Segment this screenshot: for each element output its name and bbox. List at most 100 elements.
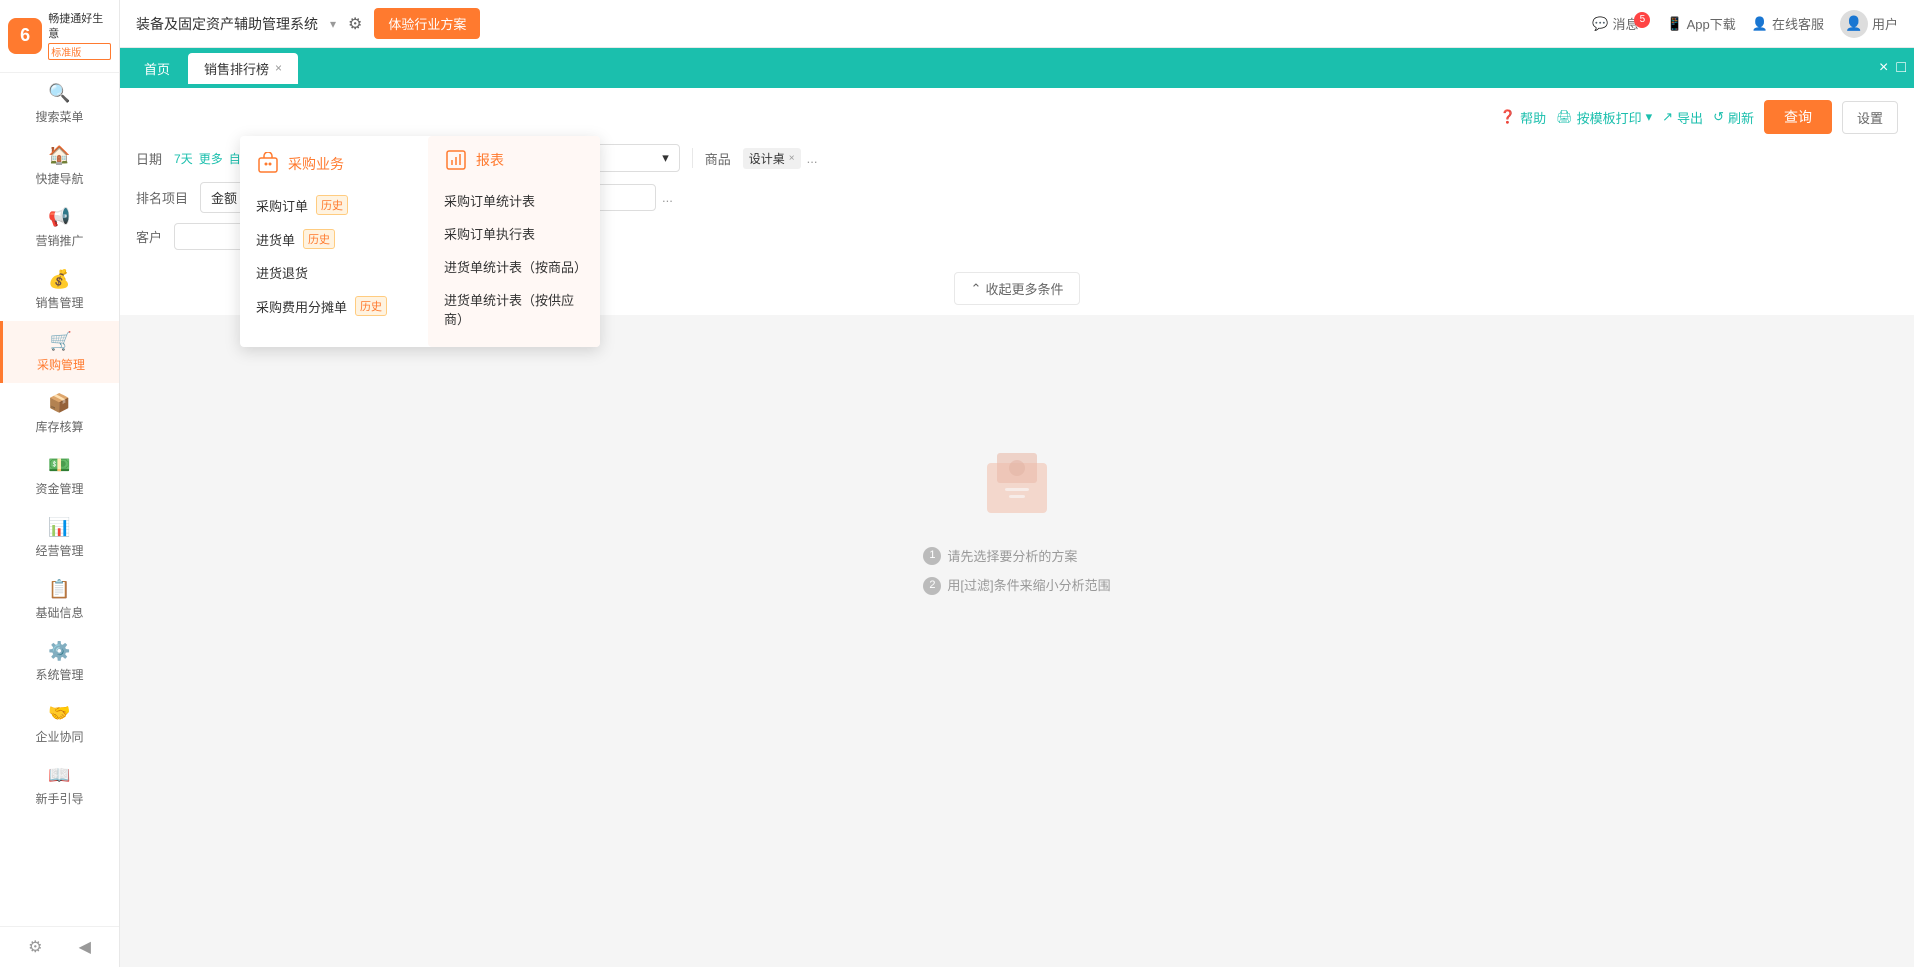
filter-settings-button[interactable]: 设置 — [1842, 101, 1898, 134]
tabbar-right: × □ — [1879, 59, 1906, 77]
step-2-num: 2 — [923, 577, 941, 595]
goods-label: 商品 — [705, 149, 731, 168]
user-item[interactable]: 👤 用户 — [1840, 10, 1898, 38]
date-more-link[interactable]: 更多 — [199, 150, 223, 167]
topbar-title: 装备及固定资产辅助管理系统 — [136, 14, 318, 34]
home-icon: 🏠 — [48, 145, 70, 166]
menu-item-purchase-order-stat[interactable]: 采购订单统计表 — [444, 184, 588, 217]
system-icon: ⚙️ — [48, 641, 70, 662]
collapse-sidebar-icon[interactable]: ◀ — [79, 937, 91, 957]
topbar: 装备及固定资产辅助管理系统 ▾ ⚙ 体验行业方案 💬 消息 5 📱 App下载 … — [120, 0, 1914, 48]
refresh-button[interactable]: ↺ 刷新 — [1713, 108, 1754, 127]
sidebar-item-sales[interactable]: 💰 销售管理 — [0, 259, 119, 321]
sidebar-bottom: ⚙ ◀ — [0, 926, 119, 967]
avatar: 👤 — [1840, 10, 1868, 38]
report-section-title: 报表 — [444, 148, 588, 172]
history-tag-0: 历史 — [316, 195, 348, 215]
logo: 6 畅捷通好生意 标准版 — [0, 0, 119, 73]
sidebar-item-guide[interactable]: 📖 新手引导 — [0, 755, 119, 817]
phone-icon: 📱 — [1666, 16, 1682, 32]
message-icon: 💬 — [1592, 16, 1608, 32]
menu-item-purchase-expense[interactable]: 采购费用分摊单 历史 — [256, 289, 412, 323]
empty-text: 1 请先选择要分析的方案 2 用[过滤]条件来缩小分析范围 — [923, 545, 1110, 598]
goods-tag: 设计桌 × — [743, 148, 801, 169]
report-section: 报表 采购订单统计表 采购订单执行表 进货单统计表（按商品） 进货单统计表（按供 — [428, 136, 600, 347]
help-icon: ❓ — [1500, 109, 1516, 125]
tabbar: 首页 销售排行榜 × × □ — [120, 48, 1914, 88]
sidebar-item-cooperation[interactable]: 🤝 企业协同 — [0, 693, 119, 755]
content-area: ❓ 帮助 🖨 按模板打印 ▾ ↗ 导出 ↺ — [120, 88, 1914, 967]
salesperson-more-btn[interactable]: ... — [662, 190, 673, 205]
menu-item-stock-stat-goods[interactable]: 进货单统计表（按商品） — [444, 250, 588, 283]
report-section-label: 报表 — [476, 150, 504, 170]
guide-icon: 📖 — [48, 765, 70, 786]
menu-item-stock-stat-supplier[interactable]: 进货单统计表（按供应商） — [444, 283, 588, 335]
notification-badge: 5 — [1634, 12, 1650, 28]
dropdown-menu: 采购业务 采购订单 历史 进货单 历史 进货退货 — [240, 136, 600, 347]
logo-tag: 标准版 — [48, 43, 111, 60]
collapse-filter-button[interactable]: ⌃ 收起更多条件 — [954, 272, 1081, 305]
sidebar-item-quick-nav[interactable]: 🏠 快捷导航 — [0, 135, 119, 197]
date-label: 日期 — [136, 149, 162, 168]
sidebar-item-search[interactable]: 🔍 搜索菜单 — [0, 73, 119, 135]
marketing-icon: 📢 — [48, 207, 70, 228]
query-button[interactable]: 查询 — [1764, 100, 1832, 134]
separator-2 — [692, 148, 693, 168]
sidebar-item-basic-info[interactable]: 📋 基础信息 — [0, 569, 119, 631]
sidebar: 6 畅捷通好生意 标准版 🔍 搜索菜单 🏠 快捷导航 📢 营销推广 💰 销售管理… — [0, 0, 120, 967]
empty-illustration — [967, 433, 1067, 533]
menu-item-purchase-order-exec[interactable]: 采购订单执行表 — [444, 217, 588, 250]
tab-close-window-icon[interactable]: × — [1879, 59, 1888, 77]
sidebar-item-system[interactable]: ⚙️ 系统管理 — [0, 631, 119, 693]
rank-label: 排名项目 — [136, 188, 188, 207]
basic-info-icon: 📋 — [48, 579, 70, 600]
sidebar-item-inventory[interactable]: 📦 库存核算 — [0, 383, 119, 445]
refresh-icon: ↺ — [1713, 109, 1724, 125]
purchase-section-label: 采购业务 — [288, 154, 344, 174]
history-tag-1: 历史 — [303, 229, 335, 249]
menu-item-stock-in[interactable]: 进货单 历史 — [256, 222, 412, 256]
empty-step-2: 2 用[过滤]条件来缩小分析范围 — [923, 574, 1110, 597]
goods-tag-close-icon[interactable]: × — [789, 153, 795, 164]
sidebar-item-purchase[interactable]: 🛒 采购管理 — [0, 321, 119, 383]
print-icon: 🖨 — [1556, 109, 1573, 125]
help-button[interactable]: ❓ 帮助 — [1500, 108, 1546, 127]
online-service-item[interactable]: 👤 在线客服 — [1752, 14, 1824, 33]
export-icon: ↗ — [1662, 109, 1673, 125]
purchase-icon: 🛒 — [50, 331, 72, 352]
tab-home[interactable]: 首页 — [128, 53, 186, 84]
solution-button[interactable]: 体验行业方案 — [374, 8, 480, 39]
customer-label: 客户 — [136, 227, 162, 246]
app-download-item[interactable]: 📱 App下载 — [1666, 14, 1735, 33]
notification-item[interactable]: 💬 消息 5 — [1592, 14, 1650, 33]
tab-restore-icon[interactable]: □ — [1896, 59, 1906, 77]
export-button[interactable]: ↗ 导出 — [1662, 108, 1703, 127]
topbar-arrow-icon[interactable]: ▾ — [330, 17, 336, 31]
sidebar-item-marketing[interactable]: 📢 营销推广 — [0, 197, 119, 259]
date-7days-link[interactable]: 7天 — [174, 150, 193, 167]
tab-sales-rank[interactable]: 销售排行榜 × — [188, 53, 298, 84]
purchase-section-title: 采购业务 — [256, 152, 412, 176]
search-icon: 🔍 — [48, 83, 70, 104]
main-area: 装备及固定资产辅助管理系统 ▾ ⚙ 体验行业方案 💬 消息 5 📱 App下载 … — [120, 0, 1914, 967]
order-status-arrow-icon: ▾ — [662, 150, 669, 166]
sidebar-item-finance[interactable]: 💵 资金管理 — [0, 445, 119, 507]
sales-icon: 💰 — [48, 269, 70, 290]
toolbar-actions: ❓ 帮助 🖨 按模板打印 ▾ ↗ 导出 ↺ — [1500, 100, 1898, 134]
sidebar-item-operations[interactable]: 📊 经营管理 — [0, 507, 119, 569]
empty-step-1: 1 请先选择要分析的方案 — [923, 545, 1110, 568]
menu-item-stock-return[interactable]: 进货退货 — [256, 256, 412, 289]
logo-text: 畅捷通好生意 — [48, 12, 111, 43]
menu-item-purchase-order[interactable]: 采购订单 历史 — [256, 188, 412, 222]
print-button[interactable]: 🖨 按模板打印 ▾ — [1556, 108, 1652, 127]
topbar-settings-icon[interactable]: ⚙ — [348, 14, 362, 34]
goods-more-btn[interactable]: ... — [807, 151, 818, 166]
print-arrow-icon: ▾ — [1646, 109, 1653, 125]
step-1-num: 1 — [923, 547, 941, 565]
logo-icon: 6 — [8, 18, 42, 54]
history-tag-3: 历史 — [355, 296, 387, 316]
purchase-section: 采购业务 采购订单 历史 进货单 历史 进货退货 — [256, 152, 412, 331]
service-icon: 👤 — [1752, 16, 1768, 32]
settings-bottom-icon[interactable]: ⚙ — [28, 937, 42, 957]
tab-close-icon[interactable]: × — [275, 61, 282, 75]
